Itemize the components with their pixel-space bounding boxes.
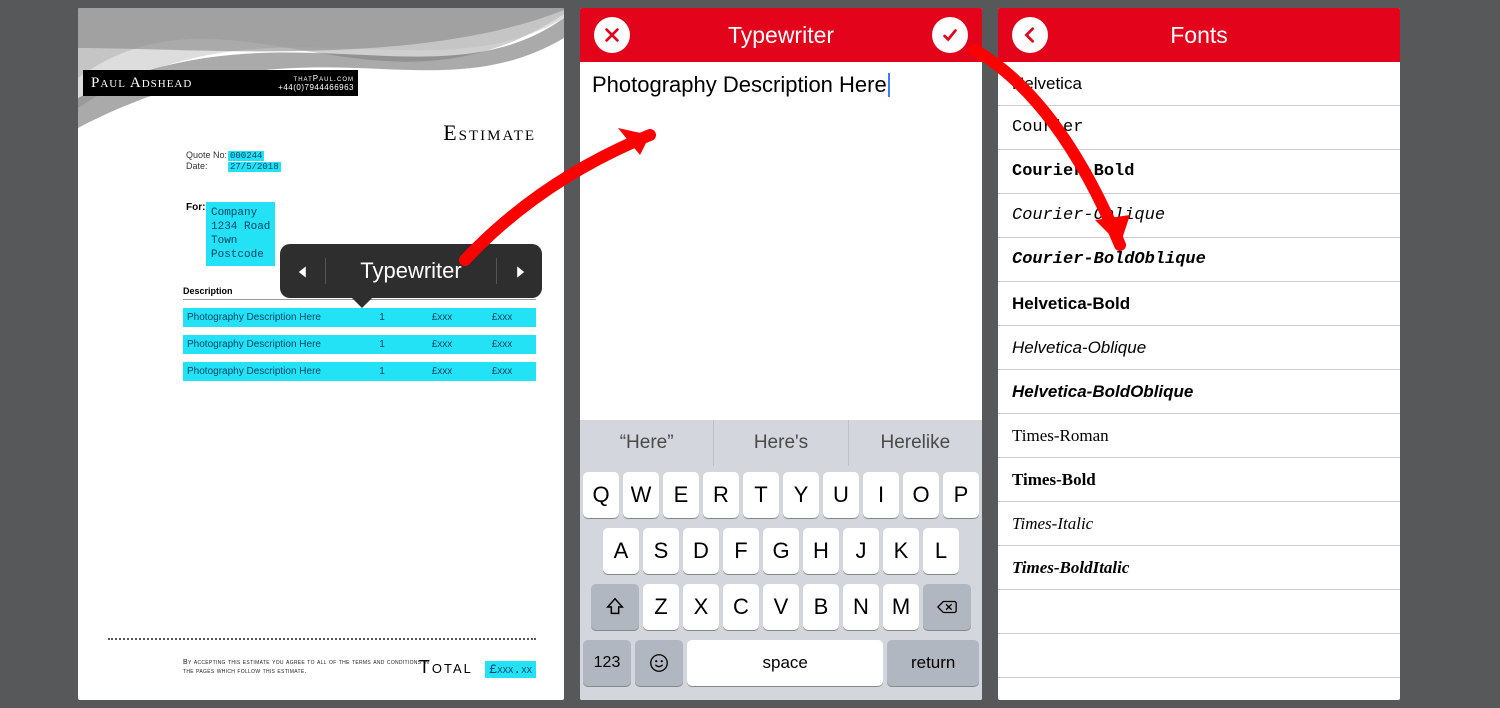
address-line: Town: [211, 234, 270, 248]
key-k[interactable]: K: [883, 528, 919, 574]
key-d[interactable]: D: [683, 528, 719, 574]
address-line: Company: [211, 206, 270, 220]
key-y[interactable]: Y: [783, 472, 819, 518]
quote-meta: Quote No:000244 Date:27/5/2018: [186, 150, 281, 172]
key-z[interactable]: Z: [643, 584, 679, 630]
font-option[interactable]: Times-Roman: [998, 414, 1400, 458]
font-option[interactable]: Helvetica-Bold: [998, 282, 1400, 326]
popover-next-button[interactable]: [496, 258, 542, 284]
key-v[interactable]: V: [763, 584, 799, 630]
quote-no-value[interactable]: 000244: [228, 151, 264, 161]
fonts-title: Fonts: [1048, 22, 1350, 49]
key-m[interactable]: M: [883, 584, 919, 630]
key-x[interactable]: X: [683, 584, 719, 630]
fonts-topbar: Fonts: [998, 8, 1400, 62]
font-list[interactable]: HelveticaCourierCourier-BoldCourier-Obli…: [998, 62, 1400, 700]
font-picker-screen: Fonts HelveticaCourierCourier-BoldCourie…: [998, 8, 1400, 700]
return-key[interactable]: return: [887, 640, 979, 686]
key-n[interactable]: N: [843, 584, 879, 630]
space-key[interactable]: space: [687, 640, 883, 686]
key-b[interactable]: B: [803, 584, 839, 630]
phone: +44(0)7944466963: [278, 83, 354, 92]
terms-text: By accepting this estimate you agree to …: [183, 658, 433, 676]
document-title: Estimate: [443, 120, 536, 146]
table-row[interactable]: Photography Description Here1£xxx£xxx: [183, 308, 536, 327]
table-row[interactable]: Photography Description Here1£xxx£xxx: [183, 335, 536, 354]
font-option[interactable]: Helvetica-BoldOblique: [998, 370, 1400, 414]
editor-title: Typewriter: [630, 22, 932, 49]
editor-topbar: Typewriter: [580, 8, 982, 62]
context-menu-popover: Typewriter: [280, 244, 542, 298]
cancel-button[interactable]: [594, 17, 630, 53]
keyboard-suggestions: “Here” Here's Herelike: [580, 420, 982, 466]
key-q[interactable]: Q: [583, 472, 619, 518]
font-option[interactable]: Times-Italic: [998, 502, 1400, 546]
key-p[interactable]: P: [943, 472, 979, 518]
font-option-empty: [998, 634, 1400, 678]
estimate-document-screen: Paul Adshead thatPaul.com +44(0)79444669…: [78, 8, 564, 700]
key-o[interactable]: O: [903, 472, 939, 518]
text-content: Photography Description Here: [592, 72, 887, 97]
keyboard: QWERTYUIOP ASDFGHJKL ZXCVBNM 123 space r…: [580, 466, 982, 700]
key-h[interactable]: H: [803, 528, 839, 574]
name-banner: Paul Adshead thatPaul.com +44(0)79444669…: [83, 70, 358, 96]
popover-typewriter-button[interactable]: Typewriter: [326, 258, 496, 284]
address-block[interactable]: Company 1234 Road Town Postcode: [206, 202, 275, 266]
key-i[interactable]: I: [863, 472, 899, 518]
date-value[interactable]: 27/5/2018: [228, 162, 281, 172]
key-r[interactable]: R: [703, 472, 739, 518]
font-option[interactable]: Helvetica: [998, 62, 1400, 106]
confirm-button[interactable]: [932, 17, 968, 53]
text-cursor: [888, 73, 890, 97]
font-option[interactable]: Times-Bold: [998, 458, 1400, 502]
backspace-key[interactable]: [923, 584, 971, 630]
website: thatPaul.com: [278, 74, 354, 83]
suggestion[interactable]: Herelike: [849, 420, 982, 466]
back-button[interactable]: [1012, 17, 1048, 53]
font-option[interactable]: Courier-Bold: [998, 150, 1400, 194]
typewriter-editor-screen: Typewriter Photography Description Here …: [580, 8, 982, 700]
for-label: For:: [186, 202, 205, 213]
key-g[interactable]: G: [763, 528, 799, 574]
font-option[interactable]: Times-BoldItalic: [998, 546, 1400, 590]
font-option-empty: [998, 590, 1400, 634]
address-line: Postcode: [211, 248, 270, 262]
key-c[interactable]: C: [723, 584, 759, 630]
author-name: Paul Adshead: [83, 75, 278, 92]
key-a[interactable]: A: [603, 528, 639, 574]
font-option[interactable]: Courier: [998, 106, 1400, 150]
total-block: Total £xxx.xx: [419, 657, 536, 678]
key-w[interactable]: W: [623, 472, 659, 518]
key-f[interactable]: F: [723, 528, 759, 574]
contact-block: thatPaul.com +44(0)7944466963: [278, 74, 358, 92]
total-value[interactable]: £xxx.xx: [485, 661, 536, 678]
shift-key[interactable]: [591, 584, 639, 630]
font-option[interactable]: Helvetica-Oblique: [998, 326, 1400, 370]
text-input-area[interactable]: Photography Description Here: [580, 62, 982, 420]
key-l[interactable]: L: [923, 528, 959, 574]
suggestion[interactable]: “Here”: [580, 420, 714, 466]
font-option[interactable]: Courier-Oblique: [998, 194, 1400, 238]
emoji-key[interactable]: [635, 640, 683, 686]
key-j[interactable]: J: [843, 528, 879, 574]
divider: [108, 638, 536, 640]
numbers-key[interactable]: 123: [583, 640, 631, 686]
total-label: Total: [419, 657, 473, 677]
key-u[interactable]: U: [823, 472, 859, 518]
date-label: Date:: [186, 161, 228, 171]
suggestion[interactable]: Here's: [714, 420, 848, 466]
table-row[interactable]: Photography Description Here1£xxx£xxx: [183, 362, 536, 381]
key-e[interactable]: E: [663, 472, 699, 518]
font-option[interactable]: Courier-BoldOblique: [998, 238, 1400, 282]
quote-no-label: Quote No:: [186, 150, 228, 160]
popover-prev-button[interactable]: [280, 258, 326, 284]
key-t[interactable]: T: [743, 472, 779, 518]
address-line: 1234 Road: [211, 220, 270, 234]
key-s[interactable]: S: [643, 528, 679, 574]
